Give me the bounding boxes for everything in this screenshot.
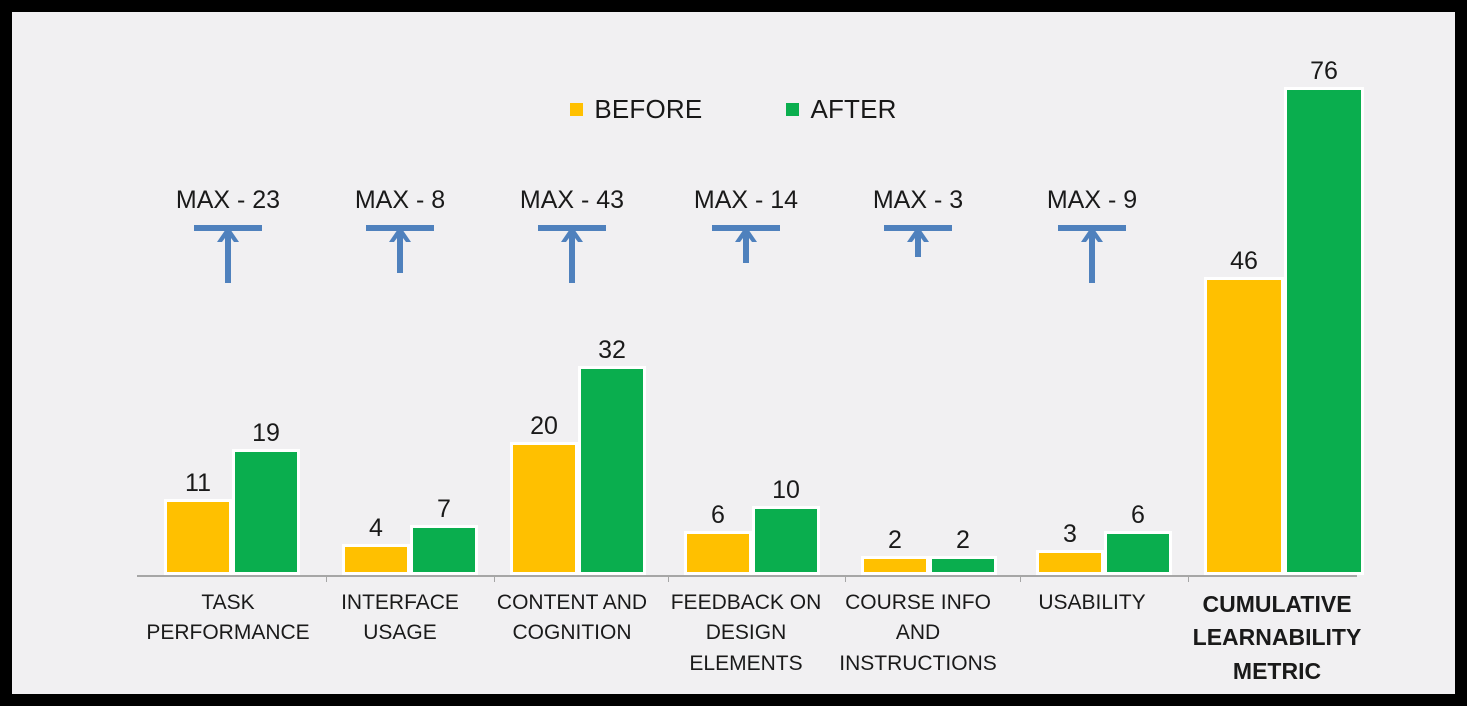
axis-tick	[326, 575, 327, 582]
up-arrow-icon	[735, 226, 757, 263]
bar-value-label: 6	[1131, 501, 1145, 529]
bar-value-label: 7	[437, 495, 451, 523]
category-label-line: AND	[895, 621, 941, 645]
bar-group: 47	[342, 497, 478, 575]
bar-before[interactable]	[1036, 550, 1104, 575]
plot-area: 11 19 TASK PERFORMANCE 4 7 INTERFACE USAGE 20 32 C…	[12, 12, 1455, 694]
max-annotation-label: MAX - 14	[693, 186, 799, 214]
up-arrow-icon	[1081, 226, 1103, 283]
up-arrow-icon	[907, 226, 929, 257]
bar-column: 2	[861, 528, 929, 575]
category-label-line: METRIC	[1232, 657, 1322, 684]
bar-column: 7	[410, 497, 478, 575]
bar-group: 20 32	[510, 338, 646, 575]
bar-value-label: 4	[369, 514, 383, 542]
bar-after[interactable]	[232, 449, 300, 575]
bar-before[interactable]	[342, 544, 410, 575]
chart-frame: BEFORE AFTER 11 19 TASK PERFORMANCE 4 7 INTERF…	[12, 12, 1455, 694]
bar-value-label: 19	[252, 419, 280, 447]
axis-tick	[1188, 575, 1189, 582]
bar-value-label: 2	[956, 526, 970, 554]
bar-after[interactable]	[1104, 531, 1172, 575]
axis-tick	[1020, 575, 1021, 582]
up-arrow-icon	[561, 226, 583, 283]
category-label-line: CUMULATIVE	[1202, 591, 1352, 617]
bar-group: 11 19	[164, 421, 300, 575]
bar-before[interactable]	[861, 556, 929, 575]
bar-column: 32	[578, 338, 646, 575]
x-axis-line	[137, 575, 1357, 577]
bar-column: 3	[1036, 522, 1104, 575]
category-label: CUMULATIVE LEARNABILITY METRIC	[1167, 588, 1387, 688]
axis-tick	[494, 575, 495, 582]
bar-before[interactable]	[510, 442, 578, 575]
max-annotation-label: MAX - 3	[872, 186, 964, 214]
bar-column: 11	[164, 471, 232, 575]
bar-before[interactable]	[164, 499, 232, 575]
bar-value-label: 11	[185, 469, 211, 497]
max-annotation: MAX - 9	[982, 188, 1202, 283]
bar-column: 6	[684, 503, 752, 575]
bar-before[interactable]	[1204, 277, 1284, 575]
bar-after[interactable]	[752, 506, 820, 575]
bar-column: 10	[752, 478, 820, 575]
bar-value-label: 32	[598, 336, 626, 364]
bar-group: 46 76	[1204, 59, 1364, 575]
max-annotation-label: MAX - 9	[1046, 186, 1138, 214]
max-annotation-label: MAX - 8	[354, 186, 446, 214]
bar-column: 46	[1204, 249, 1284, 575]
bar-column: 19	[232, 421, 300, 575]
category-label-line: INSTRUCTIONS	[839, 651, 997, 675]
bar-column: 6	[1104, 503, 1172, 575]
bar-value-label: 46	[1230, 247, 1258, 275]
bar-value-label: 6	[711, 501, 725, 529]
bar-group: 6 10	[684, 478, 820, 575]
axis-tick	[845, 575, 846, 582]
bar-value-label: 76	[1310, 57, 1338, 85]
up-arrow-icon	[217, 226, 239, 283]
max-annotation-label: MAX - 23	[175, 186, 281, 214]
bar-column: 76	[1284, 59, 1364, 575]
bar-value-label: 3	[1063, 520, 1077, 548]
bar-after[interactable]	[578, 366, 646, 575]
bar-group: 22	[861, 528, 997, 575]
bar-value-label: 2	[888, 526, 902, 554]
bar-after[interactable]	[1284, 87, 1364, 575]
bar-value-label: 10	[772, 476, 800, 504]
bar-after[interactable]	[929, 556, 997, 575]
bar-column: 2	[929, 528, 997, 575]
bar-value-label: 20	[530, 412, 558, 440]
bar-before[interactable]	[684, 531, 752, 575]
category-label-line: LEARNABILITY	[1192, 624, 1362, 651]
up-arrow-icon	[389, 226, 411, 273]
bar-column: 4	[342, 516, 410, 575]
axis-tick	[668, 575, 669, 582]
max-annotation-label: MAX - 43	[519, 186, 625, 214]
bar-group: 36	[1036, 503, 1172, 575]
bar-column: 20	[510, 414, 578, 575]
bar-after[interactable]	[410, 525, 478, 575]
